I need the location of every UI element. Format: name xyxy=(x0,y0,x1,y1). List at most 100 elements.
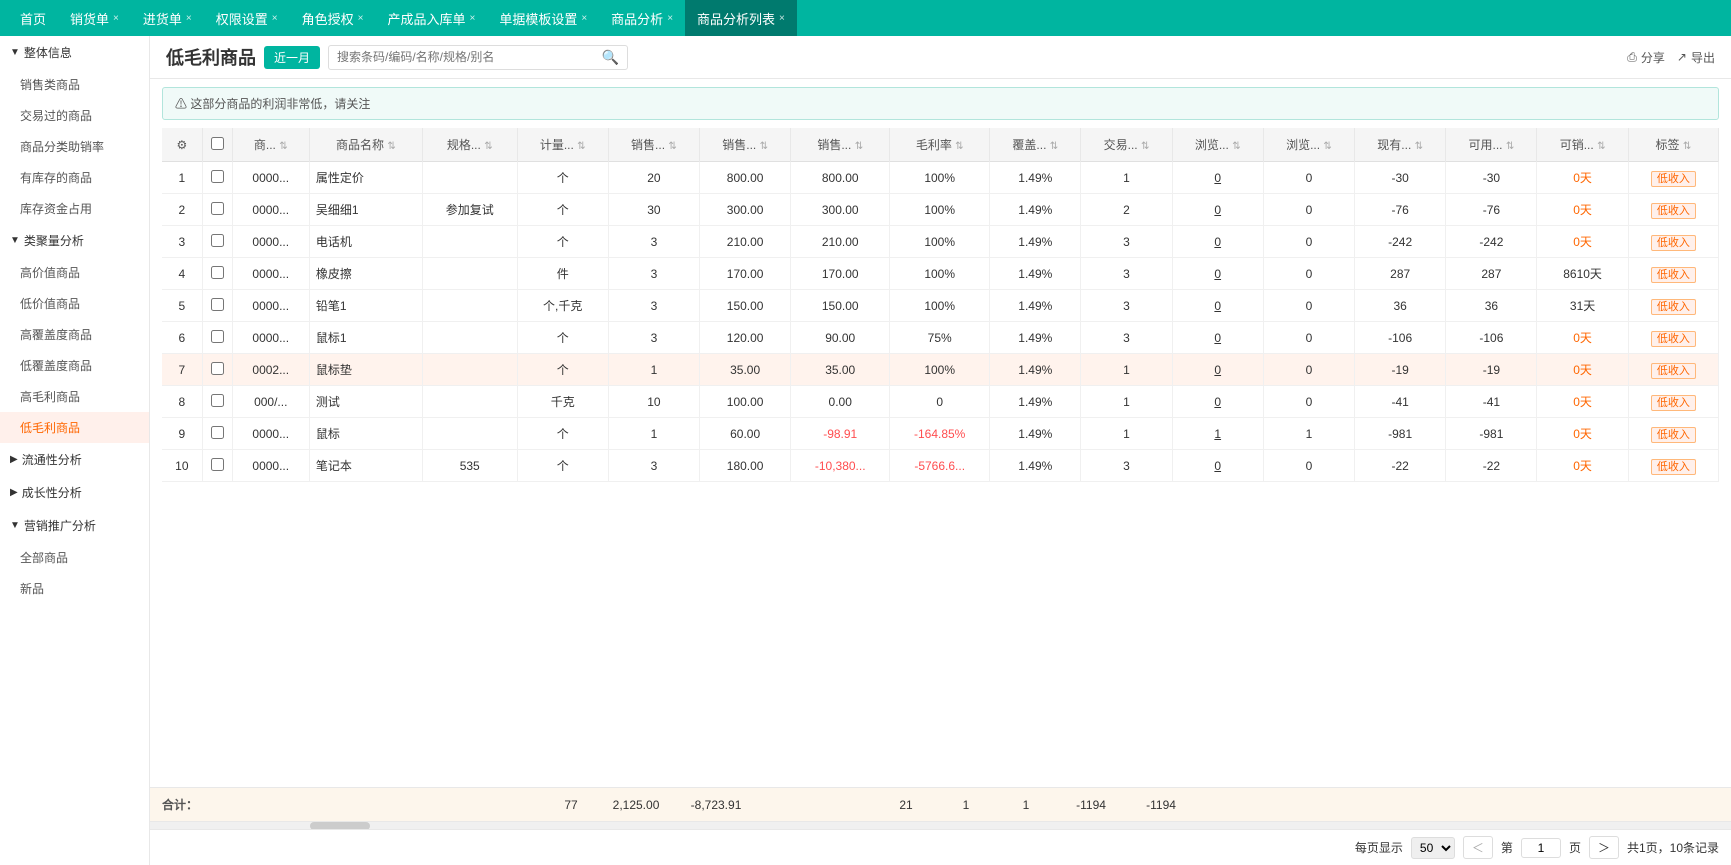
row-checkbox[interactable] xyxy=(211,426,224,439)
arrow-overall-icon: ▼ xyxy=(10,47,20,58)
next-page-button[interactable]: ＞ xyxy=(1589,836,1619,859)
sort-coverage-icon[interactable]: ⇅ xyxy=(1050,141,1058,152)
row-checkbox[interactable] xyxy=(211,266,224,279)
nav-template-settings[interactable]: 单据模板设置 × xyxy=(487,0,599,36)
sidebar-group-marketing[interactable]: ▼ 营销推广分析 xyxy=(0,509,149,542)
row-checkbox[interactable] xyxy=(211,298,224,311)
tag-badge: 低收入 xyxy=(1651,331,1696,347)
close-analysis-icon[interactable]: × xyxy=(667,13,673,24)
nav-product-analysis[interactable]: 商品分析 × xyxy=(599,0,685,36)
row-spec xyxy=(422,386,517,418)
sort-profit-icon[interactable]: ⇅ xyxy=(855,141,863,152)
sidebar-group-circulation[interactable]: ▶ 流通性分析 xyxy=(0,443,149,476)
share-button[interactable]: ⎙ 分享 xyxy=(1627,49,1665,66)
sidebar-group-overall[interactable]: ▼ 整体信息 xyxy=(0,36,149,69)
sort-tag-icon[interactable]: ⇅ xyxy=(1683,141,1691,152)
sort-stock-icon[interactable]: ⇅ xyxy=(1415,141,1423,152)
row-checkbox[interactable] xyxy=(211,458,224,471)
export-button[interactable]: ↗ 导出 xyxy=(1677,49,1715,66)
row-browse2: 0 xyxy=(1263,386,1354,418)
sidebar-item-high-value[interactable]: 高价值商品 xyxy=(0,257,149,288)
close-role-icon[interactable]: × xyxy=(358,13,364,24)
prev-page-button[interactable]: ＜ xyxy=(1463,836,1493,859)
close-purchase-order-icon[interactable]: × xyxy=(186,13,192,24)
row-name[interactable]: 测试 xyxy=(309,386,422,418)
sort-name-icon[interactable]: ⇅ xyxy=(387,141,395,152)
sidebar-item-high-margin[interactable]: 高毛利商品 xyxy=(0,381,149,412)
row-name[interactable]: 吴细细1 xyxy=(309,194,422,226)
row-current-stock: -106 xyxy=(1355,322,1446,354)
sort-unit-icon[interactable]: ⇅ xyxy=(577,141,585,152)
close-product-icon[interactable]: × xyxy=(469,13,475,24)
sort-margin-icon[interactable]: ⇅ xyxy=(955,141,963,152)
row-browse1: 0 xyxy=(1172,194,1263,226)
sidebar-item-all-products[interactable]: 全部商品 xyxy=(0,542,149,573)
row-name[interactable]: 属性定价 xyxy=(309,162,422,194)
sort-browse2-icon[interactable]: ⇅ xyxy=(1323,141,1331,152)
row-name[interactable]: 鼠标1 xyxy=(309,322,422,354)
sidebar-item-high-coverage[interactable]: 高覆盖度商品 xyxy=(0,319,149,350)
sort-qty-icon[interactable]: ⇅ xyxy=(668,141,676,152)
sidebar-item-low-value[interactable]: 低价值商品 xyxy=(0,288,149,319)
page-suffix: 页 xyxy=(1569,839,1581,856)
per-page-select[interactable]: 50 xyxy=(1411,837,1455,859)
row-available: -106 xyxy=(1446,322,1537,354)
row-tag: 低收入 xyxy=(1628,194,1718,226)
nav-role-auth[interactable]: 角色授权 × xyxy=(290,0,376,36)
page-number-input[interactable] xyxy=(1521,838,1561,858)
sidebar-item-sales-products[interactable]: 销售类商品 xyxy=(0,69,149,100)
search-input[interactable] xyxy=(337,50,602,64)
horizontal-scrollbar[interactable] xyxy=(150,821,1731,829)
row-name[interactable]: 鼠标 xyxy=(309,418,422,450)
row-name[interactable]: 笔记本 xyxy=(309,450,422,482)
sort-code-icon[interactable]: ⇅ xyxy=(279,141,287,152)
row-trade: 1 xyxy=(1081,354,1172,386)
nav-product-entry[interactable]: 产成品入库单 × xyxy=(375,0,487,36)
col-settings[interactable]: ⚙ xyxy=(162,128,202,162)
row-browse1: 1 xyxy=(1172,418,1263,450)
sidebar-item-new-products[interactable]: 新品 xyxy=(0,573,149,604)
row-browse1: 0 xyxy=(1172,322,1263,354)
row-checkbox[interactable] xyxy=(211,234,224,247)
row-browse2: 0 xyxy=(1263,290,1354,322)
sidebar-group-growth[interactable]: ▶ 成长性分析 xyxy=(0,476,149,509)
nav-permission-settings[interactable]: 权限设置 × xyxy=(204,0,290,36)
nav-purchase-order[interactable]: 进货单 × xyxy=(131,0,204,36)
search-icon[interactable]: 🔍 xyxy=(602,49,619,66)
row-checkbox[interactable] xyxy=(211,394,224,407)
filter-recent-month-button[interactable]: 近一月 xyxy=(264,46,320,69)
sort-spec-icon[interactable]: ⇅ xyxy=(484,141,492,152)
nav-product-analysis-list[interactable]: 商品分析列表 × xyxy=(685,0,797,36)
sort-browse1-icon[interactable]: ⇅ xyxy=(1232,141,1240,152)
sort-sellable-icon[interactable]: ⇅ xyxy=(1597,141,1605,152)
row-checkbox[interactable] xyxy=(211,202,224,215)
sidebar-item-low-coverage[interactable]: 低覆盖度商品 xyxy=(0,350,149,381)
row-name[interactable]: 鼠标垫 xyxy=(309,354,422,386)
nav-home[interactable]: 首页 xyxy=(8,0,58,36)
row-gross-margin: 100% xyxy=(890,226,990,258)
sort-trade-icon[interactable]: ⇅ xyxy=(1141,141,1149,152)
sidebar-item-stocked-products[interactable]: 有库存的商品 xyxy=(0,162,149,193)
close-analysis-list-icon[interactable]: × xyxy=(779,13,785,24)
row-checkbox[interactable] xyxy=(211,362,224,375)
sort-price-icon[interactable]: ⇅ xyxy=(760,141,768,152)
col-select-all[interactable] xyxy=(202,128,232,162)
close-permission-icon[interactable]: × xyxy=(272,13,278,24)
sidebar-group-cluster[interactable]: ▼ 类聚量分析 xyxy=(0,224,149,257)
nav-sales-order[interactable]: 销货单 × xyxy=(58,0,131,36)
select-all-checkbox[interactable] xyxy=(211,137,224,150)
sidebar-item-traded-products[interactable]: 交易过的商品 xyxy=(0,100,149,131)
row-no: 3 xyxy=(162,226,202,258)
row-name[interactable]: 铅笔1 xyxy=(309,290,422,322)
sort-available-icon[interactable]: ⇅ xyxy=(1506,141,1514,152)
sidebar-item-low-margin[interactable]: 低毛利商品 xyxy=(0,412,149,443)
close-template-icon[interactable]: × xyxy=(581,13,587,24)
table-row: 10 0000... 笔记本 535 个 3 180.00 -10,380...… xyxy=(162,450,1719,482)
sidebar-item-category-rate[interactable]: 商品分类助销率 xyxy=(0,131,149,162)
row-checkbox[interactable] xyxy=(211,170,224,183)
row-name[interactable]: 电话机 xyxy=(309,226,422,258)
close-sales-order-icon[interactable]: × xyxy=(113,13,119,24)
row-checkbox[interactable] xyxy=(211,330,224,343)
sidebar-item-stock-capital[interactable]: 库存资金占用 xyxy=(0,193,149,224)
row-name[interactable]: 橡皮擦 xyxy=(309,258,422,290)
